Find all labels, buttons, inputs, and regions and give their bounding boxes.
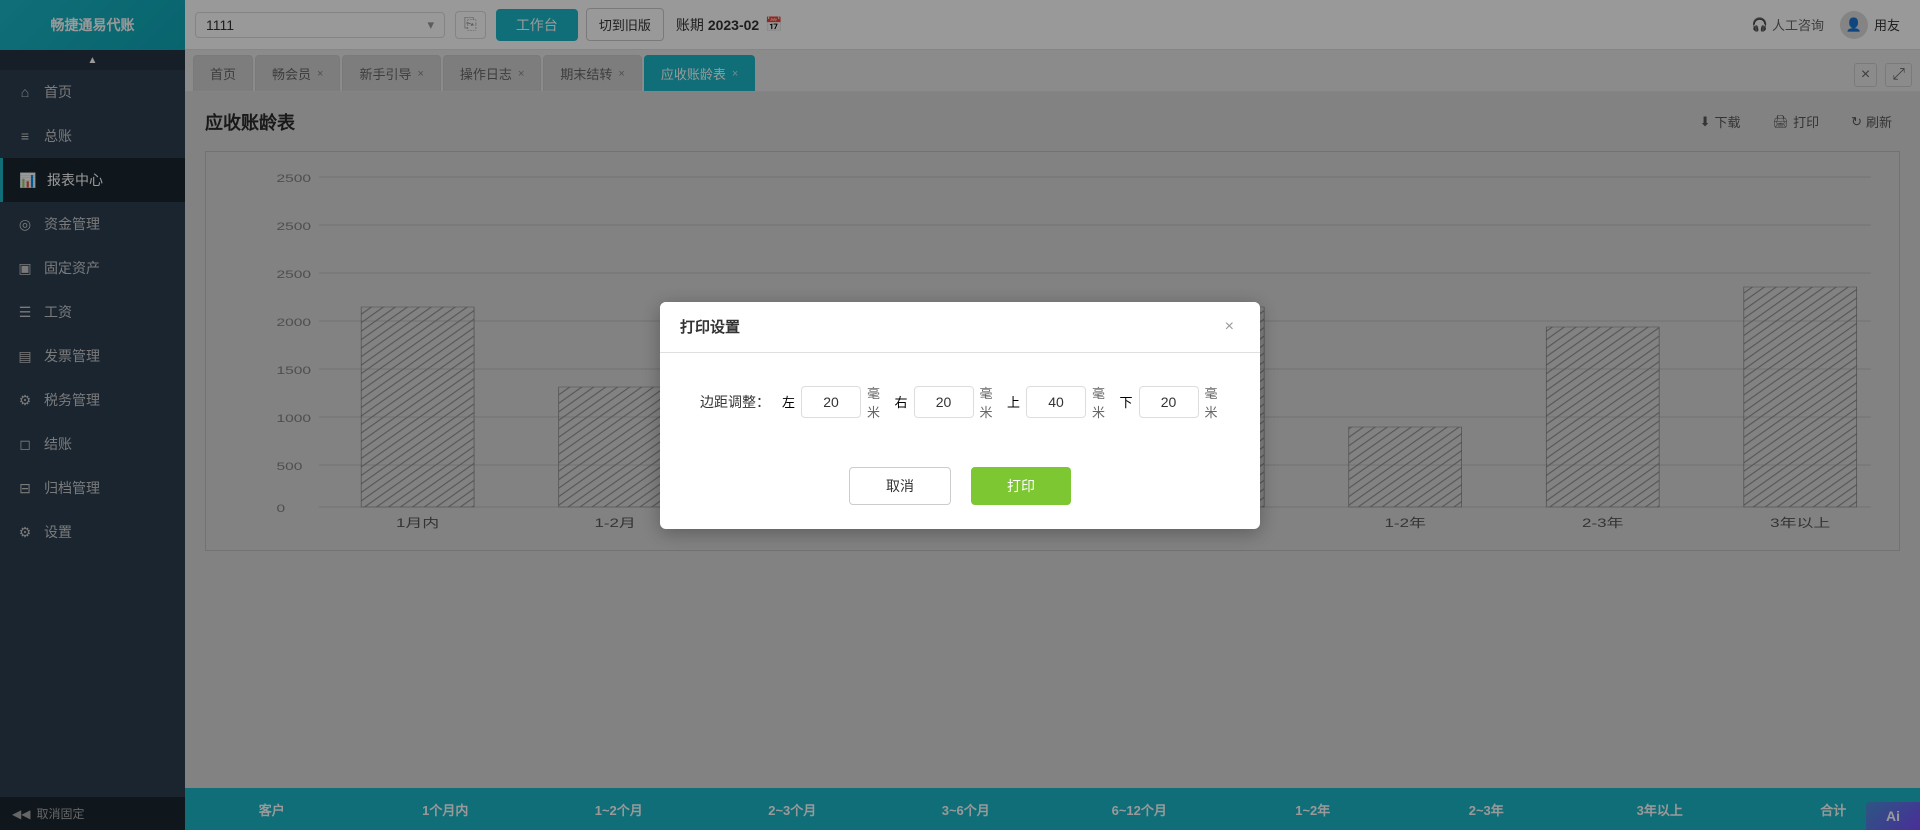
bottom-unit-label: 毫米 [1205, 383, 1220, 421]
top-unit-label: 毫米 [1092, 383, 1107, 421]
bottom-direction-label: 下 [1120, 392, 1133, 411]
margin-left-group: 左 毫米 [782, 383, 883, 421]
margin-left-input[interactable] [801, 386, 861, 418]
modal-close-button[interactable]: × [1219, 316, 1240, 338]
modal-body: 边距调整： 左 毫米 右 毫米 上 毫米 下 [660, 353, 1260, 451]
confirm-print-button[interactable]: 打印 [971, 467, 1071, 505]
modal-header: 打印设置 × [660, 302, 1260, 353]
margin-right-input[interactable] [914, 386, 974, 418]
margin-label: 边距调整： [700, 392, 770, 412]
margin-right-group: 右 毫米 [895, 383, 996, 421]
right-unit-label: 毫米 [980, 383, 995, 421]
margin-row: 边距调整： 左 毫米 右 毫米 上 毫米 下 [700, 383, 1220, 421]
margin-bottom-input[interactable] [1139, 386, 1199, 418]
left-direction-label: 左 [782, 392, 795, 411]
right-direction-label: 右 [895, 392, 908, 411]
modal-footer: 取消 打印 [660, 451, 1260, 529]
cancel-button[interactable]: 取消 [849, 467, 951, 505]
top-direction-label: 上 [1007, 392, 1020, 411]
left-unit-label: 毫米 [867, 383, 882, 421]
modal-overlay: 打印设置 × 边距调整： 左 毫米 右 毫米 上 毫米 [0, 0, 1920, 830]
margin-top-input[interactable] [1026, 386, 1086, 418]
modal-title: 打印设置 [680, 316, 740, 337]
margin-bottom-group: 下 毫米 [1120, 383, 1221, 421]
print-settings-modal: 打印设置 × 边距调整： 左 毫米 右 毫米 上 毫米 [660, 302, 1260, 529]
margin-top-group: 上 毫米 [1007, 383, 1108, 421]
